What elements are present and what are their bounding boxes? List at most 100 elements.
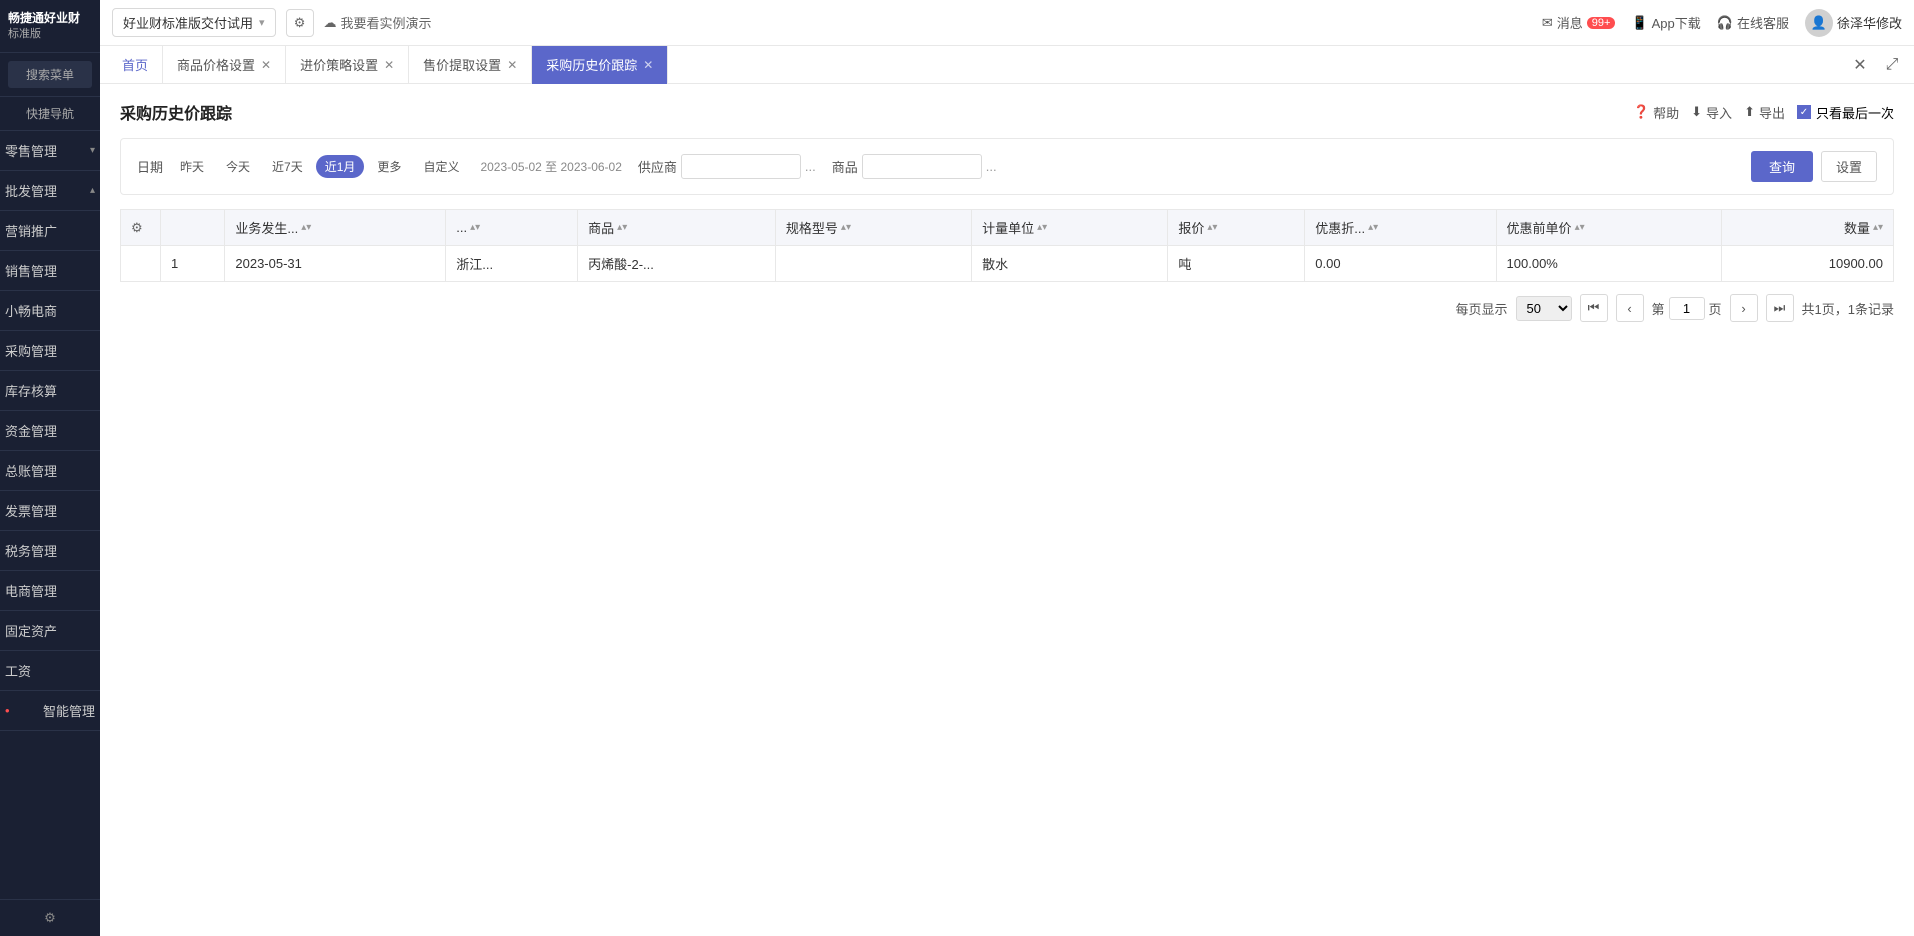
tab-purchase-strategy[interactable]: 进价策略设置 ✕	[286, 46, 409, 84]
date-btn-today[interactable]: 今天	[217, 155, 259, 178]
sidebar-item-finance[interactable]: 资金管理	[0, 411, 100, 451]
sidebar-search-area[interactable]: 搜索菜单	[0, 53, 100, 97]
col-discount[interactable]: 优惠折... ▴▾	[1305, 210, 1496, 246]
sidebar-item-label: 销售管理	[5, 261, 57, 280]
online-service-button[interactable]: 🎧 在线客服	[1717, 13, 1789, 32]
col-spec[interactable]: 规格型号 ▴▾	[775, 210, 971, 246]
close-icon[interactable]: ✕	[261, 58, 271, 72]
pagination: 每页显示 50 10 20 100 ⏮ ‹ 第 页 › ⏭ 共1页，1条记录	[120, 282, 1894, 326]
sidebar-item-ecom[interactable]: 电商管理	[0, 571, 100, 611]
supplier-more-btn[interactable]: ...	[805, 159, 816, 174]
close-icon[interactable]: ✕	[643, 58, 653, 72]
app-version: 标准版	[8, 27, 80, 42]
sidebar-item-ecom-small[interactable]: 小畅电商	[0, 291, 100, 331]
col-product[interactable]: 商品 ▴▾	[578, 210, 776, 246]
topbar-gear-button[interactable]: ⚙	[286, 9, 314, 37]
sidebar-item-sales[interactable]: 销售管理	[0, 251, 100, 291]
date-btn-more[interactable]: 更多	[368, 155, 410, 178]
sidebar: 畅捷通好业财 标准版 搜索菜单 快捷导航 零售管理 ▾ 批发管理 ▴ 营销推广 …	[0, 0, 100, 936]
sidebar-item-ledger[interactable]: 总账管理	[0, 451, 100, 491]
sidebar-item-label: 智能管理	[43, 701, 95, 720]
col-gear[interactable]: ⚙	[121, 210, 161, 246]
data-table: ⚙ 业务发生... ▴▾ ... ▴▾	[120, 209, 1894, 282]
per-page-select[interactable]: 50 10 20 100	[1516, 296, 1572, 321]
tab-sale-extract[interactable]: 售价提取设置 ✕	[409, 46, 532, 84]
supplier-input[interactable]	[681, 154, 801, 179]
fullscreen-button[interactable]: ⤢	[1878, 51, 1906, 79]
app-download-button[interactable]: 📱 App下载	[1631, 13, 1700, 32]
date-options: 昨天 今天 近7天 近1月 更多 自定义	[171, 155, 468, 178]
col-qty[interactable]: 数量 ▴▾	[1722, 210, 1894, 246]
col-more1[interactable]: ... ▴▾	[446, 210, 578, 246]
sidebar-item-wholesale[interactable]: 批发管理 ▴	[0, 171, 100, 211]
date-btn-yesterday[interactable]: 昨天	[171, 155, 213, 178]
demo-button[interactable]: ☁ 我要看实例演示	[324, 13, 432, 32]
tab-product-price[interactable]: 商品价格设置 ✕	[163, 46, 286, 84]
search-menu-button[interactable]: 搜索菜单	[8, 61, 92, 88]
tab-right-actions: ✕ ⤢	[1846, 51, 1914, 79]
settings-button[interactable]: 设置	[1821, 151, 1877, 182]
col-price[interactable]: 优惠前单价 ▴▾	[1496, 210, 1722, 246]
user-menu[interactable]: 👤 徐泽华修改	[1805, 9, 1902, 37]
gear-icon: ⚙	[44, 910, 56, 925]
sidebar-item-salary[interactable]: 工资	[0, 651, 100, 691]
cell-price2: 10900.00	[1722, 246, 1894, 282]
tab-home[interactable]: 首页	[108, 46, 163, 84]
only-last-checkbox[interactable]: ✓ 只看最后一次	[1797, 103, 1894, 122]
topbar: 好业财标准版交付试用 ▾ ⚙ ☁ 我要看实例演示 ✉ 消息 99+ 📱 App下…	[100, 0, 1914, 46]
product-input[interactable]	[862, 154, 982, 179]
user-name: 徐泽华修改	[1837, 13, 1902, 32]
sort-icon: ▴▾	[841, 223, 851, 233]
col-unit[interactable]: 计量单位 ▴▾	[972, 210, 1168, 246]
prev-page-button[interactable]: ‹	[1616, 294, 1644, 322]
import-icon: ⬇	[1691, 104, 1702, 120]
date-btn-1month[interactable]: 近1月	[316, 155, 365, 178]
date-filter-label: 日期	[137, 157, 163, 176]
page-actions: ❓ 帮助 ⬇ 导入 ⬆ 导出 ✓ 只看最后一	[1633, 103, 1894, 122]
page-input[interactable]	[1669, 297, 1705, 320]
version-selector[interactable]: 好业财标准版交付试用 ▾	[112, 8, 276, 37]
tab-label: 商品价格设置	[177, 55, 255, 74]
col-date[interactable]: 业务发生... ▴▾	[225, 210, 446, 246]
sidebar-item-tax[interactable]: 税务管理	[0, 531, 100, 571]
close-icon[interactable]: ✕	[384, 58, 394, 72]
sidebar-item-inventory[interactable]: 库存核算	[0, 371, 100, 411]
sidebar-item-purchase[interactable]: 采购管理	[0, 331, 100, 371]
sidebar-item-invoice[interactable]: 发票管理	[0, 491, 100, 531]
sidebar-item-label: 批发管理	[5, 181, 57, 200]
message-icon: ✉	[1542, 15, 1553, 31]
tab-purchase-history[interactable]: 采购历史价跟踪 ✕	[532, 46, 668, 84]
query-button[interactable]: 查询	[1751, 151, 1813, 182]
sort-icon: ▴▾	[470, 223, 480, 233]
chevron-icon: ▴	[90, 185, 95, 196]
date-btn-7days[interactable]: 近7天	[263, 155, 312, 178]
tab-label: 售价提取设置	[423, 55, 501, 74]
sort-icon: ▴▾	[617, 223, 627, 233]
product-more-btn[interactable]: ...	[986, 159, 997, 174]
last-page-button[interactable]: ⏭	[1766, 294, 1794, 322]
date-btn-custom[interactable]: 自定义	[414, 155, 468, 178]
import-button[interactable]: ⬇ 导入	[1691, 103, 1732, 122]
version-label: 好业财标准版交付试用	[123, 13, 253, 32]
col-quote[interactable]: 报价 ▴▾	[1168, 210, 1305, 246]
quick-nav-button[interactable]: 快捷导航	[0, 97, 100, 131]
export-button[interactable]: ⬆ 导出	[1744, 103, 1785, 122]
close-tab-button[interactable]: ✕	[1846, 51, 1874, 79]
close-icon[interactable]: ✕	[507, 58, 517, 72]
sort-icon: ▴▾	[1873, 223, 1883, 233]
sidebar-item-marketing[interactable]: 营销推广	[0, 211, 100, 251]
cell-date: 2023-05-31	[225, 246, 446, 282]
headset-icon: 🎧	[1717, 15, 1733, 31]
sidebar-item-retail[interactable]: 零售管理 ▾	[0, 131, 100, 171]
message-button[interactable]: ✉ 消息 99+	[1542, 13, 1616, 32]
help-button[interactable]: ❓ 帮助	[1633, 103, 1679, 122]
sidebar-item-smart[interactable]: 智能管理	[0, 691, 100, 731]
table-settings-icon[interactable]: ⚙	[131, 220, 143, 235]
user-icon: 👤	[1811, 15, 1827, 31]
question-icon: ❓	[1633, 104, 1649, 120]
first-page-button[interactable]: ⏮	[1580, 294, 1608, 322]
topbar-right: ✉ 消息 99+ 📱 App下载 🎧 在线客服 👤 徐泽华修改	[1542, 9, 1902, 37]
next-page-button[interactable]: ›	[1730, 294, 1758, 322]
sidebar-item-assets[interactable]: 固定资产	[0, 611, 100, 651]
sidebar-gear-button[interactable]: ⚙	[0, 899, 100, 936]
